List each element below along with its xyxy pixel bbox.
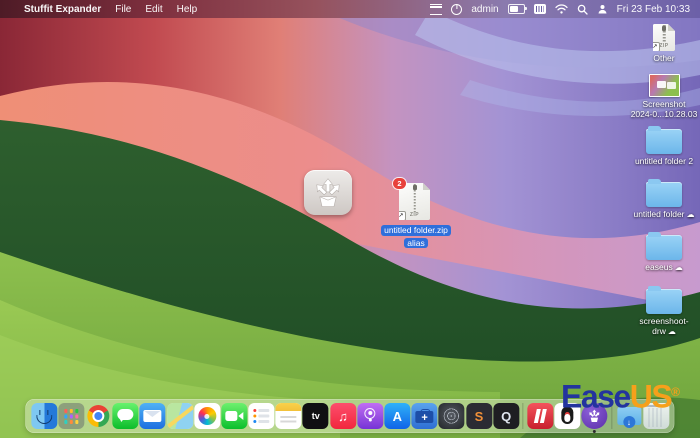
dock-item-mail[interactable] [140,403,166,429]
menu-bar: Stuffit Expander File Edit Help admin Fr… [0,0,700,18]
icloud-icon: ☁ [687,210,695,219]
download-arrow-icon: ↓ [623,416,635,428]
dock-item-quicktime[interactable]: Q [493,403,519,429]
clock-icon[interactable] [451,4,462,15]
alias-arrow-icon: ↗ [650,42,660,52]
desktop-item-zip-alias[interactable]: ZIP ↗ 2 [399,183,430,220]
dock-item-music[interactable]: ♫ [330,403,356,429]
watermark-ease: Ease [561,379,630,415]
dock-item-launchpad[interactable] [58,403,84,429]
folder-icon [646,289,682,314]
dock-item-parallels[interactable] [527,403,553,429]
apple-tv-glyph: tv [303,403,329,429]
selected-label-line2: alias [404,238,427,249]
dock-item-chrome[interactable] [85,403,111,429]
watermark-us: US [630,379,671,415]
thumbnail-window [657,81,666,88]
dock-item-messages[interactable] [113,403,139,429]
app-store-glyph: A [384,403,410,429]
zip-alias-label[interactable]: untitled folder.zip alias [376,223,456,248]
selected-label-line1: untitled folder.zip [381,225,451,236]
page-fold [668,24,675,31]
desktop-item-screenshoot-drw[interactable]: screenshoot- drw☁ [632,289,696,336]
user-menu-label[interactable]: admin [471,4,498,15]
item-label: untitled folder☁ [633,210,694,220]
dock-item-facetime[interactable] [221,403,247,429]
item-label-line2: 2024-0...10.28.03 [631,110,698,120]
icloud-icon: ☁ [675,263,683,272]
dock-item-app-store[interactable]: A [384,403,410,429]
zipper-pull [413,185,417,190]
desktop-item-untitled-folder[interactable]: untitled folder☁ [632,182,696,220]
dock-item-apple-tv[interactable]: tv [303,403,329,429]
item-label-line2: drw☁ [652,327,676,337]
folder-icon [646,129,682,154]
app-menu-title[interactable]: Stuffit Expander [24,4,101,15]
stuffit-arrows-icon [309,175,347,211]
page-fold [423,183,430,190]
toolkit-plus-icon: + [412,406,438,429]
dock-item-reminders[interactable] [248,403,274,429]
dock-item-photos[interactable] [194,403,220,429]
dock-item-podcasts[interactable] [357,403,383,429]
sublime-glyph: S [466,403,492,429]
item-label: Other [653,54,674,64]
user-switch-icon[interactable] [597,4,608,14]
wifi-icon[interactable] [555,4,568,14]
watermark-registered: ® [671,385,680,399]
item-label: untitled folder 2 [635,157,693,167]
menu-bar-clock[interactable]: Fri 23 Feb 10:33 [617,4,690,15]
item-label: easeus☁ [645,263,682,273]
dock-item-sublime-text[interactable]: S [466,403,492,429]
desktop-item-untitled-folder-2[interactable]: untitled folder 2 [632,129,696,167]
desktop-item-easeus[interactable]: easeus☁ [632,235,696,273]
icloud-icon: ☁ [668,327,676,336]
desktop-item-other[interactable]: ZIP ↗ Other [632,24,696,64]
menu-help[interactable]: Help [177,4,198,15]
search-icon[interactable] [577,4,588,15]
dock-item-finder[interactable] [31,403,57,429]
battery-icon[interactable] [508,4,525,14]
zip-file-icon: ZIP ↗ [653,24,675,51]
screenshot-thumbnail-icon [649,74,680,97]
dock-item-maps[interactable] [167,403,193,429]
folder-icon [646,235,682,260]
desktop-item-screenshot[interactable]: Screenshot 2024-0...10.28.03 [632,74,696,119]
dock-item-disk-tool[interactable] [439,403,465,429]
quicktime-glyph: Q [493,403,519,429]
zipper-pull [662,26,666,31]
menu-edit[interactable]: Edit [145,4,162,15]
menu-file[interactable]: File [115,4,131,15]
music-note-icon: ♫ [330,403,356,429]
desktop[interactable]: { "menu_bar": { "apple_logo": "", "app_n… [0,0,700,438]
zip-file-icon: ZIP ↗ [399,183,430,220]
input-source-icon[interactable] [534,4,546,14]
dock-separator [523,403,524,429]
dock-item-notes[interactable] [276,403,302,429]
stuffit-expander-app-icon[interactable] [304,170,352,215]
folder-icon [646,182,682,207]
dock-item-toolkit[interactable]: + [412,403,438,429]
wallpaper[interactable] [0,0,700,438]
notification-badge: 2 [393,178,406,189]
stack-icon[interactable] [430,4,442,15]
easeus-watermark: EaseUS® [561,377,680,412]
